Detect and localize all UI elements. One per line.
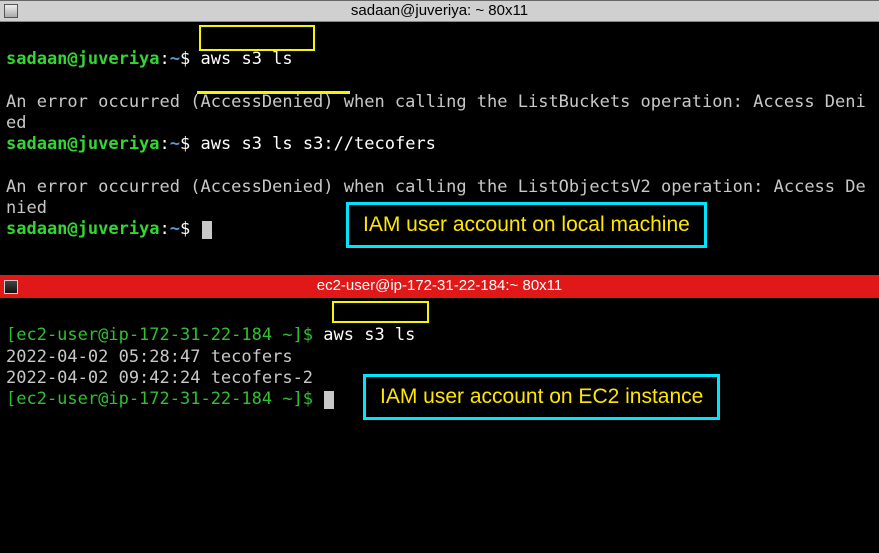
top-terminal-titlebar[interactable]: sadaan@juveriya: ~ 80x11 [0,0,879,22]
prompt-dollar: $ [180,219,190,239]
callout-ec2-text: IAM user account on EC2 instance [380,385,703,408]
prompt-colon: : [160,49,170,69]
bottom-terminal-title: ec2-user@ip-172-31-22-184:~ 80x11 [317,277,563,296]
ec2-prompt: [ec2-user@ip-172-31-22-184 ~]$ [6,325,313,345]
prompt-path: ~ [170,49,180,69]
callout-ec2: IAM user account on EC2 instance [363,374,720,420]
cursor [324,391,334,409]
cursor [202,221,212,239]
prompt-dollar: $ [180,134,190,154]
top-terminal[interactable]: sadaan@juveriya:~$ aws s3 ls An error oc… [0,22,879,275]
callout-local: IAM user account on local machine [346,202,707,248]
highlight-box-cmd [199,25,315,51]
top-error-1: An error occurred (AccessDenied) when ca… [6,92,866,133]
prompt-colon: : [160,134,170,154]
prompt-userhost: sadaan@juveriya [6,49,160,69]
top-error-2: An error occurred (AccessDenied) when ca… [6,177,866,218]
prompt-colon: : [160,219,170,239]
bottom-cmd-1: aws s3 ls [313,325,415,345]
prompt-userhost: sadaan@juveriya [6,219,160,239]
prompt-userhost: sadaan@juveriya [6,134,160,154]
top-terminal-title: sadaan@juveriya: ~ 80x11 [351,2,528,21]
bottom-terminal[interactable]: [ec2-user@ip-172-31-22-184 ~]$ aws s3 ls… [0,298,879,551]
top-cmd-2: aws s3 ls s3://tecofers [190,134,436,154]
ec2-prompt: [ec2-user@ip-172-31-22-184 ~]$ [6,389,313,409]
highlight-box-cmd [332,301,429,323]
prompt-path: ~ [170,134,180,154]
prompt-dollar: $ [180,49,190,69]
bucket-row-1: 2022-04-02 05:28:47 tecofers [6,347,293,367]
top-cmd-1: aws s3 ls [190,49,292,69]
prompt-path: ~ [170,219,180,239]
bottom-terminal-titlebar[interactable]: ec2-user@ip-172-31-22-184:~ 80x11 [0,275,879,298]
window-icon [4,4,18,18]
bucket-row-2: 2022-04-02 09:42:24 tecofers-2 [6,368,313,388]
callout-local-text: IAM user account on local machine [363,213,690,236]
window-icon [4,280,18,294]
